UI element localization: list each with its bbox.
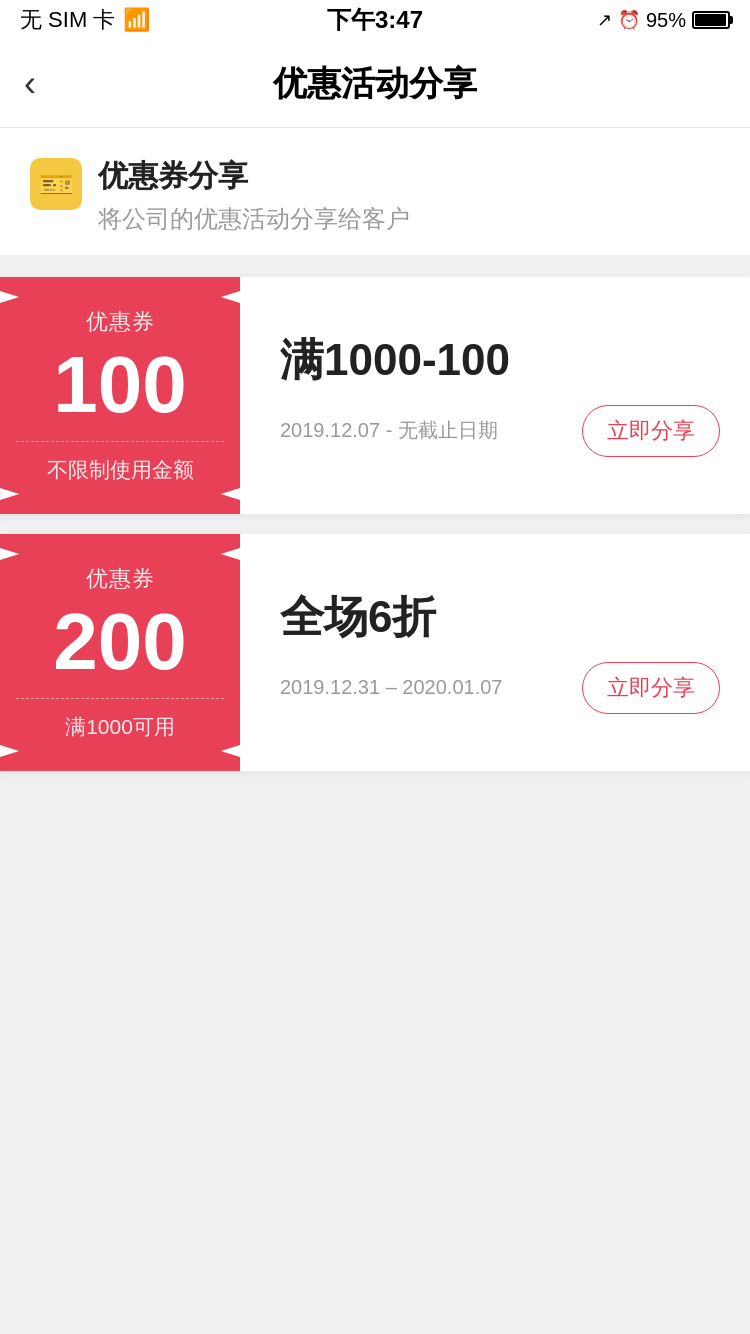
section-header: 🎫 优惠券分享 将公司的优惠活动分享给客户 (0, 128, 750, 255)
coupon-left-1: 优惠券 200 满1000可用 (0, 534, 240, 771)
empty-background (0, 811, 750, 1211)
wifi-icon: 📶 (123, 7, 150, 33)
page-title: 优惠活动分享 (273, 61, 477, 107)
coupon-label-1: 优惠券 (86, 564, 155, 594)
coupon-date-1: 2019.12.31 – 2020.01.07 (280, 676, 502, 699)
coupon-card: 优惠券 100 不限制使用金额 满1000-100 2019.12.07 - 无… (0, 277, 750, 514)
coupon-right-0: 满1000-100 2019.12.07 - 无截止日期 立即分享 (240, 277, 750, 514)
coupon-name-1: 全场6折 (280, 591, 720, 644)
share-button-1[interactable]: 立即分享 (582, 662, 720, 714)
coupon-label-0: 优惠券 (86, 307, 155, 337)
battery-percent: 95% (646, 9, 686, 32)
coupon-right-1: 全场6折 2019.12.31 – 2020.01.07 立即分享 (240, 534, 750, 771)
coupon-condition-0: 不限制使用金额 (47, 456, 194, 484)
status-bar: 无 SIM 卡 📶 下午3:47 ↗ ⏰ 95% (0, 0, 750, 40)
coupon-meta-1: 2019.12.31 – 2020.01.07 立即分享 (280, 662, 720, 714)
status-left: 无 SIM 卡 📶 (20, 5, 150, 35)
location-icon: ↗ (597, 9, 612, 31)
back-button[interactable]: ‹ (24, 66, 36, 102)
coupon-list: 优惠券 100 不限制使用金额 满1000-100 2019.12.07 - 无… (0, 257, 750, 811)
share-button-0[interactable]: 立即分享 (582, 405, 720, 457)
alarm-icon: ⏰ (618, 9, 640, 31)
status-right: ↗ ⏰ 95% (597, 9, 730, 32)
coupon-amount-1: 200 (53, 602, 186, 682)
coupon-amount-0: 100 (53, 345, 186, 425)
coupon-condition-1: 满1000可用 (65, 713, 175, 741)
coupon-left-0: 优惠券 100 不限制使用金额 (0, 277, 240, 514)
coupon-card: 优惠券 200 满1000可用 全场6折 2019.12.31 – 2020.0… (0, 534, 750, 771)
carrier-label: 无 SIM 卡 (20, 5, 115, 35)
section-title: 优惠券分享 (98, 156, 410, 197)
battery-icon (692, 11, 730, 29)
coupon-meta-0: 2019.12.07 - 无截止日期 立即分享 (280, 405, 720, 457)
section-icon: 🎫 (30, 158, 82, 210)
section-text: 优惠券分享 将公司的优惠活动分享给客户 (98, 156, 410, 235)
section-subtitle: 将公司的优惠活动分享给客户 (98, 203, 410, 235)
coupon-date-0: 2019.12.07 - 无截止日期 (280, 417, 498, 444)
status-time: 下午3:47 (327, 4, 423, 36)
coupon-divider-1 (16, 698, 224, 699)
coupon-name-0: 满1000-100 (280, 334, 720, 387)
nav-bar: ‹ 优惠活动分享 (0, 40, 750, 128)
coupon-divider-0 (16, 441, 224, 442)
